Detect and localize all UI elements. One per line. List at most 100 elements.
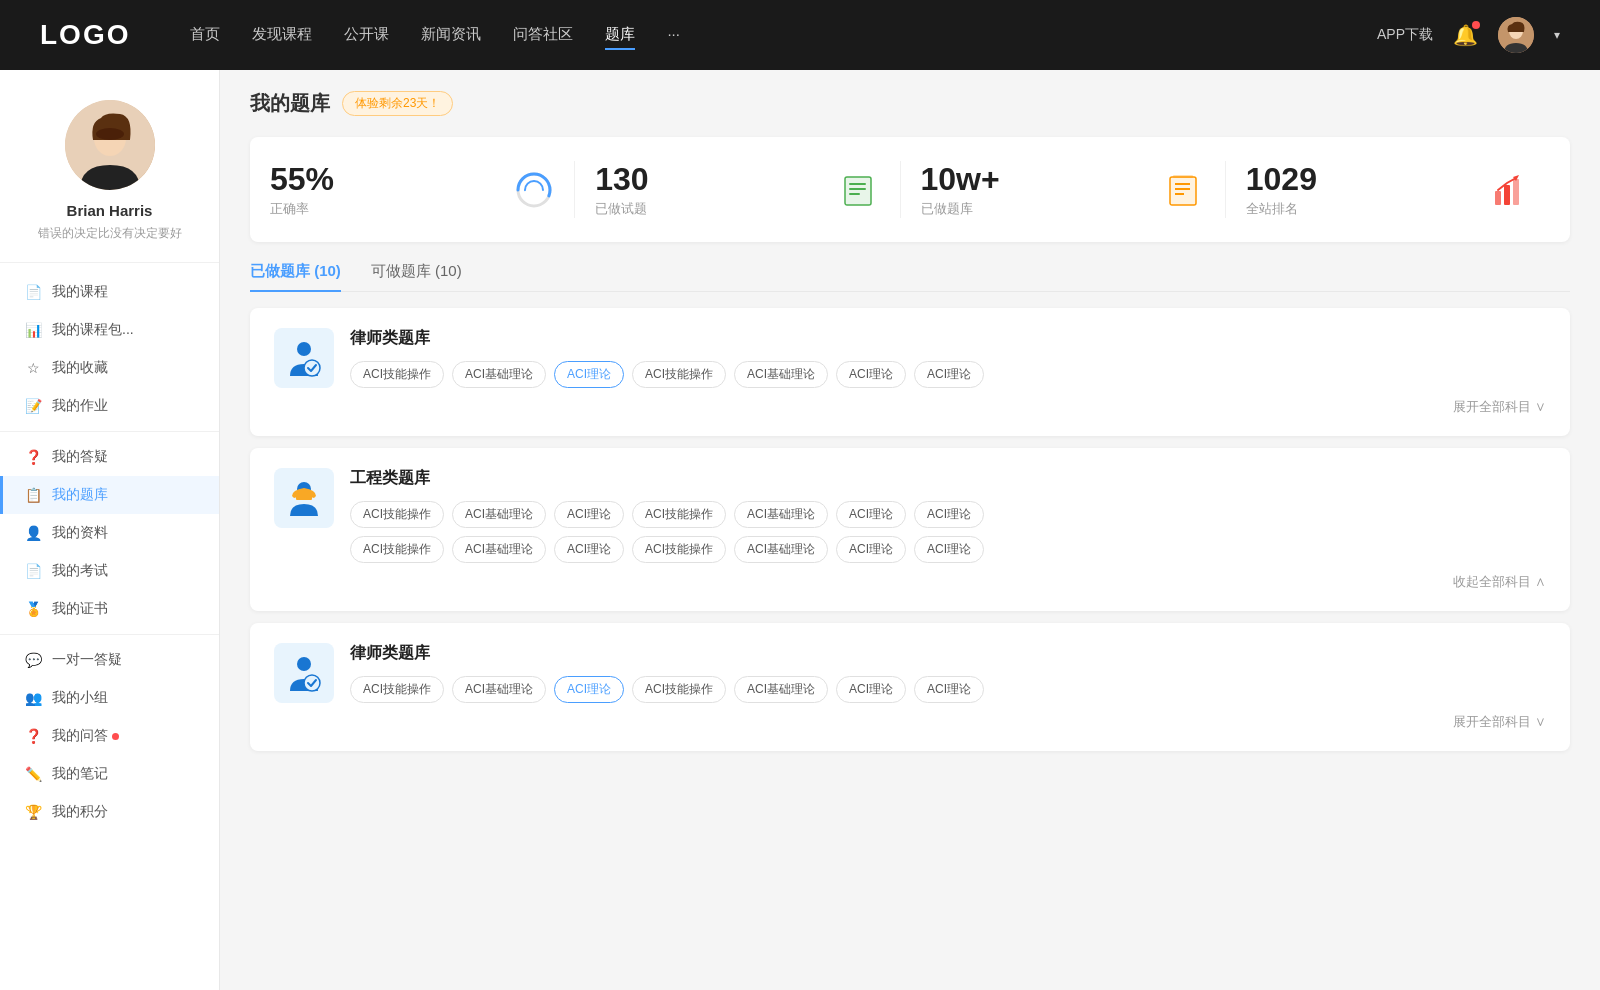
nav-qbank[interactable]: 题库 (605, 21, 635, 50)
nav-open-course[interactable]: 公开课 (344, 21, 389, 50)
qbank-title-3: 律师类题库 (350, 643, 1546, 664)
tag[interactable]: ACI理论 (554, 501, 624, 528)
tag[interactable]: ACI技能操作 (632, 361, 726, 388)
sidebar-item-qbank[interactable]: 📋 我的题库 (0, 476, 219, 514)
tag[interactable]: ACI基础理论 (734, 501, 828, 528)
nav-discover[interactable]: 发现课程 (252, 21, 312, 50)
nav-news[interactable]: 新闻资讯 (421, 21, 481, 50)
svg-rect-16 (1173, 175, 1193, 178)
tag[interactable]: ACI技能操作 (350, 361, 444, 388)
tag[interactable]: ACI理论 (836, 361, 906, 388)
page-header: 我的题库 体验剩余23天！ (250, 90, 1570, 117)
stat-accuracy-label: 正确率 (270, 200, 500, 218)
sidebar-item-favorites[interactable]: ☆ 我的收藏 (0, 349, 219, 387)
tag[interactable]: ACI基础理论 (452, 361, 546, 388)
notification-bell[interactable]: 🔔 (1453, 23, 1478, 47)
tag[interactable]: ACI理论 (836, 501, 906, 528)
tag[interactable]: ACI基础理论 (734, 361, 828, 388)
sidebar-item-label: 一对一答疑 (52, 651, 122, 669)
nav-qa[interactable]: 问答社区 (513, 21, 573, 50)
svg-point-25 (297, 657, 311, 671)
tag[interactable]: ACI技能操作 (350, 501, 444, 528)
sidebar-item-label: 我的课程包... (52, 321, 134, 339)
svg-rect-24 (296, 496, 312, 500)
sidebar-item-exam[interactable]: 📄 我的考试 (0, 552, 219, 590)
sidebar-item-certificate[interactable]: 🏅 我的证书 (0, 590, 219, 628)
sidebar-item-profile[interactable]: 👤 我的资料 (0, 514, 219, 552)
sidebar-item-qa[interactable]: ❓ 我的答疑 (0, 438, 219, 476)
stat-ranking-label: 全站排名 (1246, 200, 1476, 218)
stat-done-number: 130 (595, 161, 825, 198)
sidebar-item-label: 我的课程 (52, 283, 108, 301)
nav-home[interactable]: 首页 (190, 21, 220, 50)
tag[interactable]: ACI理论 (836, 676, 906, 703)
svg-rect-12 (1170, 177, 1196, 205)
logo: LOGO (40, 19, 130, 51)
collapse-link-2[interactable]: 收起全部科目 ∧ (274, 573, 1546, 591)
qbank-icon-engineer (274, 468, 334, 528)
sidebar-item-homework[interactable]: 📝 我的作业 (0, 387, 219, 425)
qbank-title-1: 律师类题库 (350, 328, 1546, 349)
tag[interactable]: ACI基础理论 (452, 676, 546, 703)
user-dropdown-arrow[interactable]: ▾ (1554, 28, 1560, 42)
sidebar-item-my-qa[interactable]: ❓ 我的问答 (0, 717, 219, 755)
sidebar-item-points[interactable]: 🏆 我的积分 (0, 793, 219, 831)
tag-active[interactable]: ACI理论 (554, 676, 624, 703)
exam-icon: 📄 (24, 562, 42, 580)
sidebar-item-label: 我的积分 (52, 803, 108, 821)
nav-more[interactable]: ··· (667, 21, 680, 50)
expand-link-1[interactable]: 展开全部科目 ∨ (274, 398, 1546, 416)
sidebar-profile: Brian Harris 错误的决定比没有决定要好 (0, 70, 219, 263)
profile-avatar (65, 100, 155, 190)
accuracy-icon (514, 170, 554, 210)
groups-icon: 👥 (24, 689, 42, 707)
qbank-tags-2-row2: ACI技能操作 ACI基础理论 ACI理论 ACI技能操作 ACI基础理论 AC… (350, 536, 1546, 563)
sidebar-item-label: 我的考试 (52, 562, 108, 580)
profile-icon: 👤 (24, 524, 42, 542)
sidebar-item-groups[interactable]: 👥 我的小组 (0, 679, 219, 717)
sidebar-item-label: 我的题库 (52, 486, 108, 504)
notification-dot (1472, 21, 1480, 29)
tag[interactable]: ACI理论 (914, 501, 984, 528)
tag[interactable]: ACI理论 (836, 536, 906, 563)
tag[interactable]: ACI基础理论 (452, 501, 546, 528)
app-download-link[interactable]: APP下载 (1377, 26, 1433, 44)
certificate-icon: 🏅 (24, 600, 42, 618)
tag[interactable]: ACI技能操作 (632, 676, 726, 703)
stat-banks-number: 10w+ (921, 161, 1151, 198)
qbank-tags-2-row1: ACI技能操作 ACI基础理论 ACI理论 ACI技能操作 ACI基础理论 AC… (350, 501, 1546, 528)
svg-rect-17 (1495, 191, 1501, 205)
sidebar-item-my-courses[interactable]: 📄 我的课程 (0, 273, 219, 311)
tag[interactable]: ACI理论 (914, 676, 984, 703)
navbar: LOGO 首页 发现课程 公开课 新闻资讯 问答社区 题库 ··· APP下载 … (0, 0, 1600, 70)
tag[interactable]: ACI技能操作 (632, 501, 726, 528)
sidebar-item-course-packages[interactable]: 📊 我的课程包... (0, 311, 219, 349)
profile-name: Brian Harris (67, 202, 153, 219)
tab-available-banks[interactable]: 可做题库 (10) (371, 262, 462, 291)
sidebar-item-label: 我的收藏 (52, 359, 108, 377)
stats-card: 55% 正确率 130 已做试题 (250, 137, 1570, 242)
qbank-tags-1: ACI技能操作 ACI基础理论 ACI理论 ACI技能操作 ACI基础理论 AC… (350, 361, 1546, 388)
tag[interactable]: ACI理论 (914, 536, 984, 563)
stat-accuracy-number: 55% (270, 161, 500, 198)
nav-right: APP下载 🔔 ▾ (1377, 17, 1560, 53)
sidebar-item-label: 我的资料 (52, 524, 108, 542)
tag[interactable]: ACI技能操作 (350, 676, 444, 703)
expand-link-3[interactable]: 展开全部科目 ∨ (274, 713, 1546, 731)
sidebar-item-notes[interactable]: ✏️ 我的笔记 (0, 755, 219, 793)
avatar[interactable] (1498, 17, 1534, 53)
tag[interactable]: ACI技能操作 (350, 536, 444, 563)
tab-done-banks[interactable]: 已做题库 (10) (250, 262, 341, 291)
tag[interactable]: ACI理论 (554, 536, 624, 563)
qbank-icon-lawyer-1 (274, 328, 334, 388)
tag[interactable]: ACI技能操作 (632, 536, 726, 563)
svg-point-4 (96, 128, 124, 140)
qbank-card-1: 律师类题库 ACI技能操作 ACI基础理论 ACI理论 ACI技能操作 ACI基… (250, 308, 1570, 436)
tag[interactable]: ACI基础理论 (734, 676, 828, 703)
tag-active[interactable]: ACI理论 (554, 361, 624, 388)
tag[interactable]: ACI理论 (914, 361, 984, 388)
packages-icon: 📊 (24, 321, 42, 339)
sidebar-item-one-on-one[interactable]: 💬 一对一答疑 (0, 641, 219, 679)
tag[interactable]: ACI基础理论 (734, 536, 828, 563)
tag[interactable]: ACI基础理论 (452, 536, 546, 563)
